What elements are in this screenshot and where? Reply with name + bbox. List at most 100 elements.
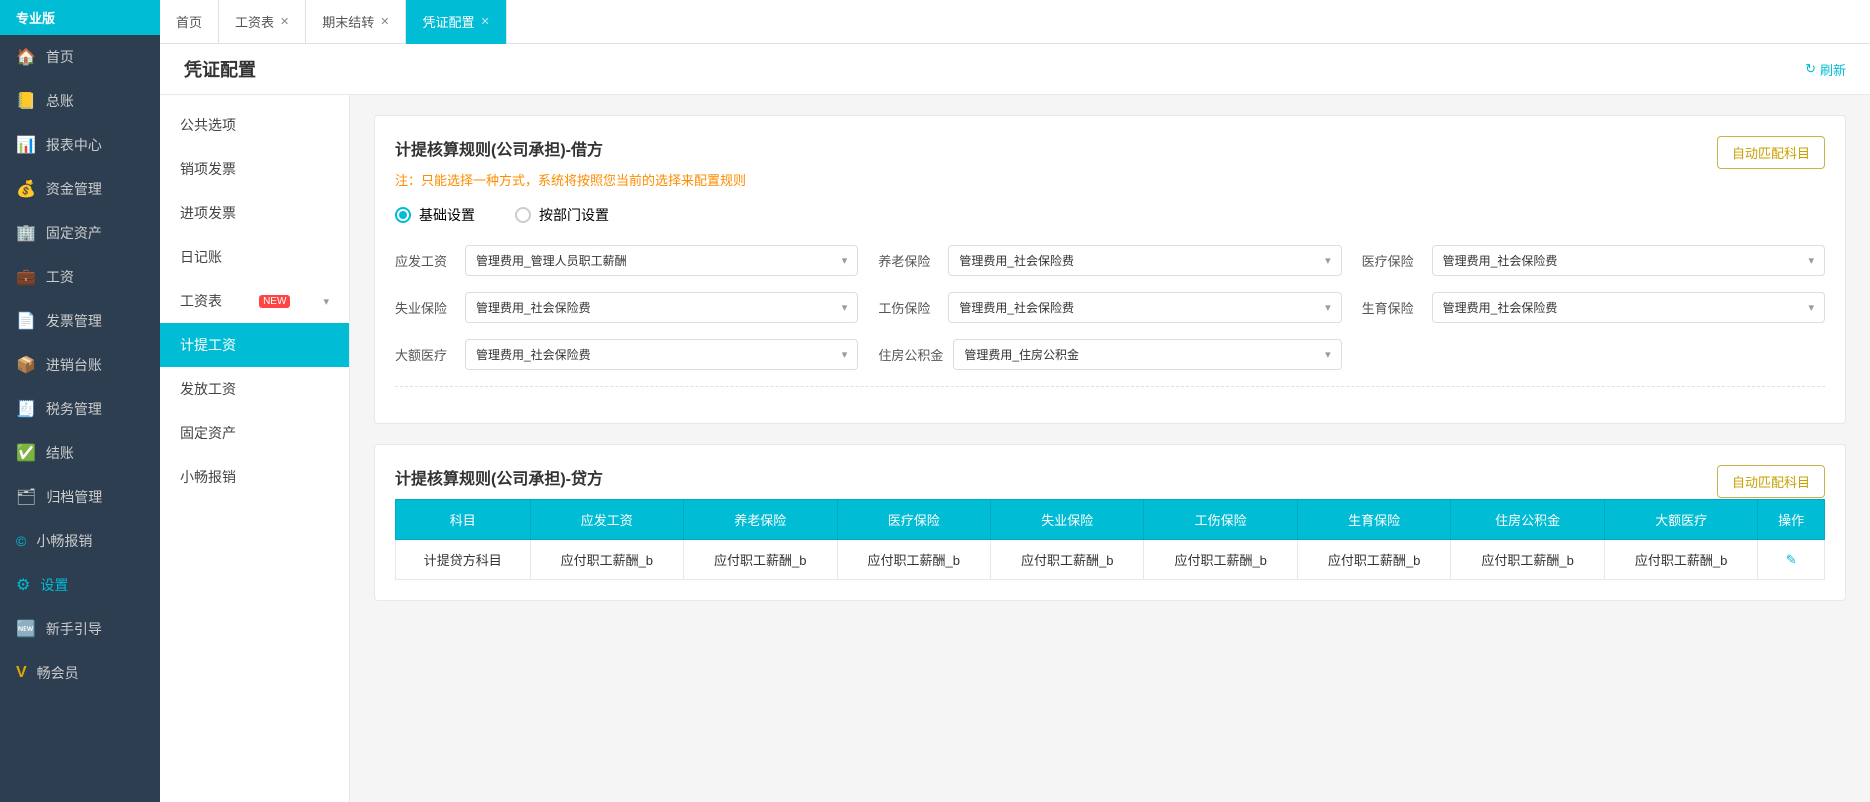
th-daeyiliao: 大额医疗 [1604, 500, 1757, 540]
sidebar-item-label: 报表中心 [46, 135, 102, 155]
credit-section-header: 计提核算规则(公司承担)-贷方 自动匹配科目 [395, 465, 1825, 499]
form-row-shiyebxian: 失业保险 管理费用_社会保险费 ▾ [395, 292, 858, 323]
refresh-button[interactable]: ↻ 刷新 [1805, 60, 1846, 79]
select-yanglaobaoxian[interactable]: 管理费用_社会保险费 ▾ [948, 245, 1341, 276]
select-yanglaobaoxian-value: 管理费用_社会保险费 [959, 252, 1321, 269]
leftnav-journal[interactable]: 日记账 [160, 235, 349, 279]
sidebar-item-archive[interactable]: 🗂 归档管理 [0, 475, 160, 519]
tab-period-close-icon[interactable]: ✕ [380, 15, 389, 28]
sidebar-item-label: 结账 [46, 443, 74, 463]
form-row-shengyu: 生育保险 管理费用_社会保险费 ▾ [1362, 292, 1825, 323]
select-shiyebxian[interactable]: 管理费用_社会保险费 ▾ [465, 292, 858, 323]
tab-period-closing[interactable]: 期末结转 ✕ [306, 0, 406, 44]
tab-voucher-config[interactable]: 凭证配置 ✕ [406, 0, 506, 44]
chevron-down-icon: ▾ [1325, 348, 1331, 361]
tab-voucher-close-icon[interactable]: ✕ [481, 15, 490, 28]
select-shiyebxian-value: 管理费用_社会保险费 [476, 299, 838, 316]
sidebar-item-payroll[interactable]: 💼 工资 [0, 255, 160, 299]
form-row-daeyiliao: 大额医疗 管理费用_社会保险费 ▾ [395, 339, 858, 370]
tab-payroll-table[interactable]: 工资表 ✕ [219, 0, 306, 44]
form-row-yanglaobaoxian: 养老保险 管理费用_社会保险费 ▾ [878, 245, 1341, 276]
report-icon: 📊 [16, 135, 36, 155]
select-yingfagongzi-value: 管理费用_管理人员职工薪酬 [476, 252, 838, 269]
chevron-down-icon: ▾ [842, 348, 848, 361]
td-action[interactable]: ✎ [1758, 540, 1825, 580]
sidebar-item-label: 税务管理 [46, 399, 102, 419]
vip-icon: V [16, 664, 27, 682]
leftnav-xc-report[interactable]: 小畅报销 [160, 455, 349, 499]
settings-icon: ⚙ [16, 575, 30, 595]
topbar: 首页 工资表 ✕ 期末结转 ✕ 凭证配置 ✕ [160, 0, 1870, 44]
sidebar-item-closing[interactable]: ✅ 结账 [0, 431, 160, 475]
select-daeyiliao[interactable]: 管理费用_社会保险费 ▾ [465, 339, 858, 370]
leftnav-public-options[interactable]: 公共选项 [160, 103, 349, 147]
sidebar-item-tax[interactable]: 🧾 税务管理 [0, 387, 160, 431]
leftnav-calculated-payroll[interactable]: 计提工资 [160, 323, 349, 367]
debit-section-note: 注：只能选择一种方式，系统将按照您当前的选择来配置规则 [395, 170, 746, 189]
sidebar-item-label: 发票管理 [46, 311, 102, 331]
xcreport-icon: © [16, 533, 26, 549]
leftnav-input-invoices[interactable]: 进项发票 [160, 191, 349, 235]
tab-payroll-table-label: 工资表 [235, 12, 274, 31]
radio-basic-circle [395, 207, 411, 223]
tab-voucher-config-label: 凭证配置 [422, 12, 474, 31]
leftnav-fixed-assets[interactable]: 固定资产 [160, 411, 349, 455]
sidebar-item-label: 归档管理 [46, 487, 102, 507]
purchase-icon: 📦 [16, 355, 36, 375]
select-yingfagongzi[interactable]: 管理费用_管理人员职工薪酬 ▾ [465, 245, 858, 276]
leftnav-payroll-table[interactable]: 工资表 NEW ▾ [160, 279, 349, 323]
tab-payroll-close-icon[interactable]: ✕ [280, 15, 289, 28]
th-action: 操作 [1758, 500, 1825, 540]
content-layout: 公共选项 销项发票 进项发票 日记账 工资表 NEW ▾ 计提工资 发放工资 [160, 95, 1870, 802]
main-area: 首页 工资表 ✕ 期末结转 ✕ 凭证配置 ✕ 凭证配置 ↻ 刷新 公共选项 [160, 0, 1870, 802]
fund-icon: 💰 [16, 179, 36, 199]
refresh-label: 刷新 [1820, 60, 1846, 79]
sidebar-item-label: 总账 [46, 91, 74, 111]
select-yiliaobxian[interactable]: 管理费用_社会保险费 ▾ [1432, 245, 1825, 276]
td-yingfa: 应付职工薪酬_b [530, 540, 683, 580]
sidebar-item-purchase-sales[interactable]: 📦 进销台账 [0, 343, 160, 387]
sidebar-item-vip[interactable]: V 畅会员 [0, 651, 160, 695]
sidebar-item-fixed-assets[interactable]: 🏢 固定资产 [0, 211, 160, 255]
label-shengyu: 生育保险 [1362, 298, 1422, 317]
select-shengyu[interactable]: 管理费用_社会保险费 ▾ [1432, 292, 1825, 323]
assets-icon: 🏢 [16, 223, 36, 243]
sidebar-item-guide[interactable]: 🆕 新手引导 [0, 607, 160, 651]
th-shiye: 失业保险 [990, 500, 1143, 540]
radio-department[interactable]: 按部门设置 [515, 205, 609, 225]
sidebar-item-fund-management[interactable]: 💰 资金管理 [0, 167, 160, 211]
th-yiliao: 医疗保险 [837, 500, 990, 540]
edit-icon[interactable]: ✎ [1786, 552, 1797, 567]
label-gongshangbxian: 工伤保险 [878, 298, 938, 317]
sidebar-item-settings[interactable]: ⚙ 设置 [0, 563, 160, 607]
tab-home[interactable]: 首页 [160, 0, 219, 44]
sidebar-item-label: 新手引导 [46, 619, 102, 639]
ledger-icon: 📒 [16, 91, 36, 111]
radio-department-circle [515, 207, 531, 223]
sidebar-item-xcreport[interactable]: © 小畅报销 [0, 519, 160, 563]
sidebar-item-invoice[interactable]: 📄 发票管理 [0, 299, 160, 343]
label-daeyiliao: 大额医疗 [395, 345, 455, 364]
sidebar-item-general-ledger[interactable]: 📒 总账 [0, 79, 160, 123]
label-zhufangjijin: 住房公积金 [878, 345, 943, 364]
leftnav-issue-payroll[interactable]: 发放工资 [160, 367, 349, 411]
td-subject: 计提贷方科目 [396, 540, 531, 580]
table-row: 计提贷方科目 应付职工薪酬_b 应付职工薪酬_b 应付职工薪酬_b 应付职工薪酬… [396, 540, 1825, 580]
radio-basic[interactable]: 基础设置 [395, 205, 475, 225]
th-subject: 科目 [396, 500, 531, 540]
sidebar-item-home[interactable]: 🏠 首页 [0, 35, 160, 79]
th-yingfa: 应发工资 [530, 500, 683, 540]
credit-auto-match-button[interactable]: 自动匹配科目 [1717, 465, 1825, 498]
leftnav-red-invoices[interactable]: 销项发票 [160, 147, 349, 191]
debit-auto-match-button[interactable]: 自动匹配科目 [1717, 136, 1825, 169]
td-yiliao: 应付职工薪酬_b [837, 540, 990, 580]
sidebar: 专业版 🏠 首页 📒 总账 📊 报表中心 💰 资金管理 🏢 固定资产 💼 工资 … [0, 0, 160, 802]
th-zhufang: 住房公积金 [1451, 500, 1604, 540]
chevron-down-icon: ▾ [1325, 254, 1331, 267]
select-gongshangbxian[interactable]: 管理费用_社会保险费 ▾ [948, 292, 1341, 323]
select-zhufangjijin[interactable]: 管理费用_住房公积金 ▾ [953, 339, 1341, 370]
label-yiliaobxian: 医疗保险 [1362, 251, 1422, 270]
sidebar-item-report-center[interactable]: 📊 报表中心 [0, 123, 160, 167]
tab-home-label: 首页 [176, 12, 202, 31]
form-row-zhufangjijin: 住房公积金 管理费用_住房公积金 ▾ [878, 339, 1341, 370]
